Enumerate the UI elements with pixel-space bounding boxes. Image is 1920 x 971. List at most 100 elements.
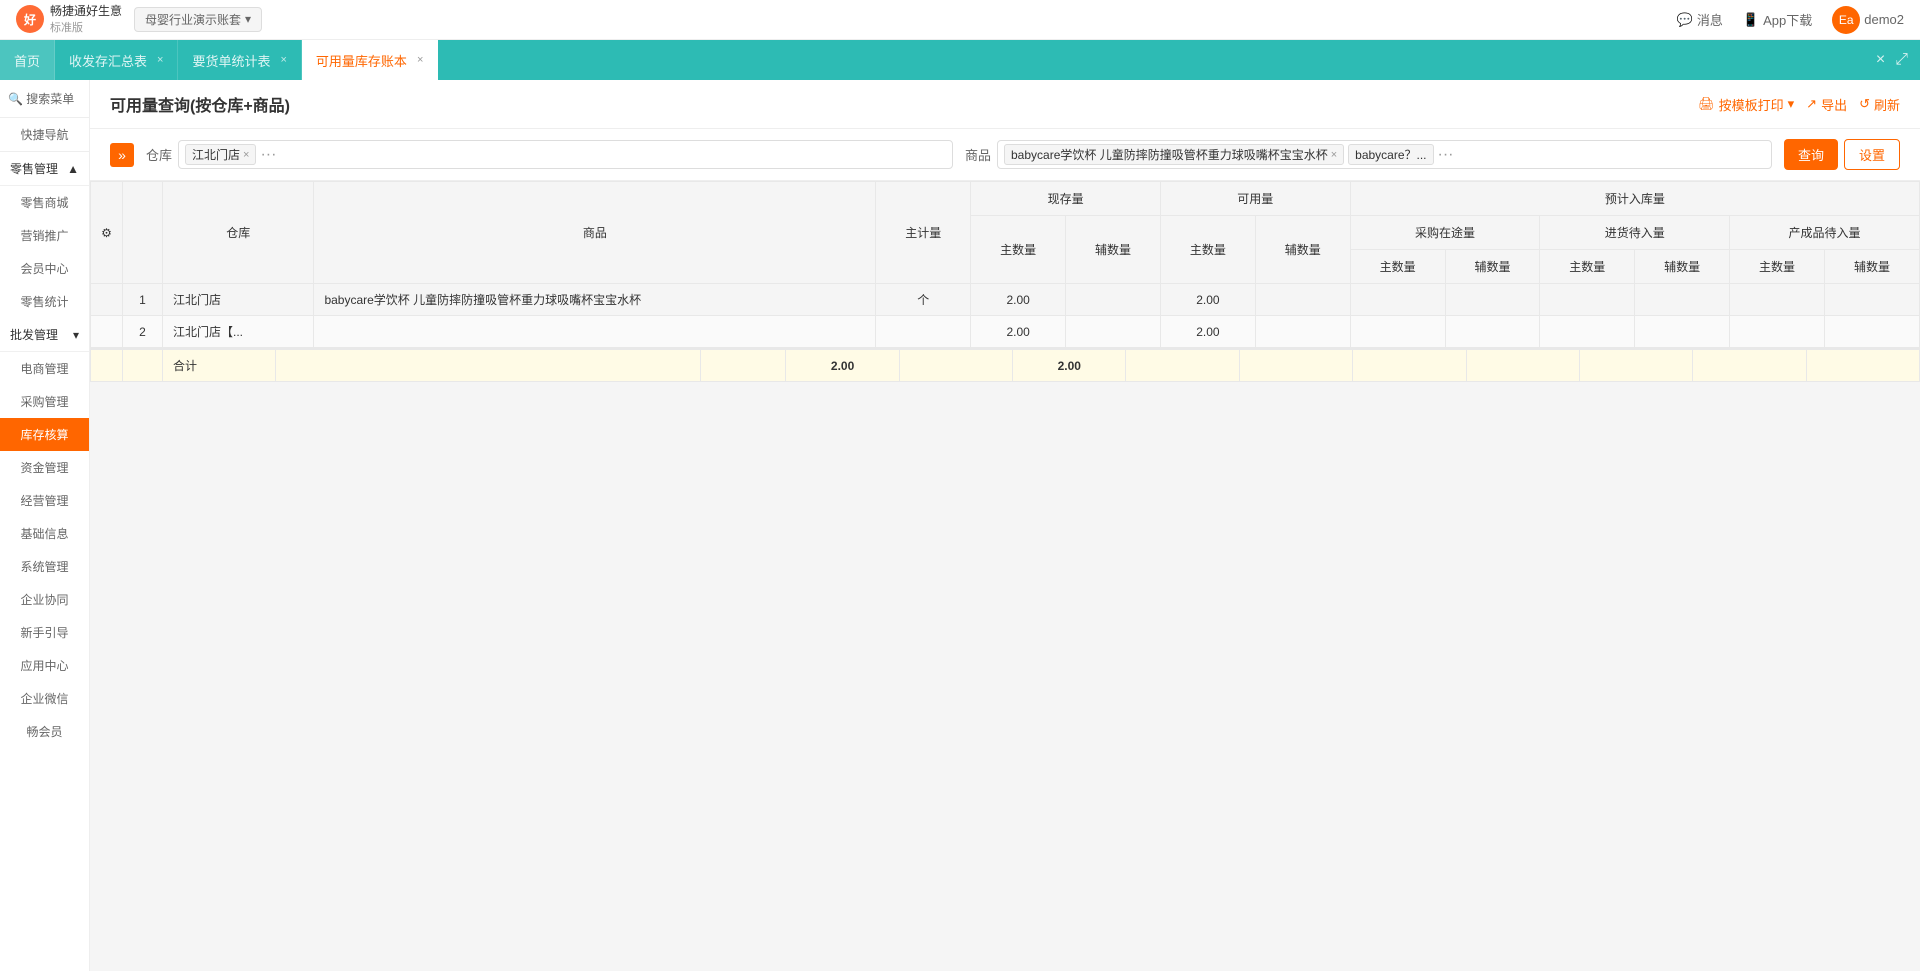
template-selector[interactable]: 母婴行业演示账套 ▾ bbox=[134, 7, 262, 32]
search-label: 搜索菜单 bbox=[26, 92, 74, 106]
print-icon: 🖨 bbox=[1698, 96, 1715, 112]
main-layout: 🔍 搜索菜单 快捷导航 零售管理 ▲ 零售商城 营销推广 会员中心 零售统计 批… bbox=[0, 80, 1920, 971]
warehouse-filter-tags[interactable]: 江北门店 × ··· bbox=[178, 140, 953, 169]
th-stock-aux: 辅数量 bbox=[1066, 216, 1161, 284]
table-body: 1 江北门店 babycare学饮杯 儿童防摔防撞吸管杯重力球吸嘴杯宝宝水杯 个… bbox=[91, 284, 1920, 348]
refresh-label: 刷新 bbox=[1874, 95, 1900, 114]
td-prod-pending-aux-0 bbox=[1824, 284, 1919, 316]
refresh-btn[interactable]: ↺ 刷新 bbox=[1859, 95, 1900, 114]
tab-available-stock[interactable]: 可用量库存账本 × bbox=[302, 40, 438, 80]
top-bar-right: 💬 消息 📱 App下载 Ea demo2 bbox=[1677, 6, 1904, 34]
sidebar-item-retail[interactable]: 零售管理 ▲ bbox=[0, 152, 89, 186]
message-btn[interactable]: 💬 消息 bbox=[1677, 10, 1723, 29]
product-tag-text-1: babycare？... bbox=[1355, 146, 1426, 163]
td-avail-aux-1 bbox=[1255, 316, 1350, 348]
brand-name: 畅捷通好生意 bbox=[50, 4, 122, 18]
filter-dots-product[interactable]: ··· bbox=[1438, 146, 1454, 164]
td-warehouse-1: 江北门店【... bbox=[163, 316, 314, 348]
message-icon: 💬 bbox=[1677, 12, 1693, 28]
sidebar-item-wechat[interactable]: 企业微信 bbox=[0, 682, 89, 715]
nav-expand-btn[interactable]: ⤢ bbox=[1891, 47, 1912, 73]
sidebar-item-retail-stats[interactable]: 零售统计 bbox=[0, 285, 89, 318]
sidebar-item-marketing[interactable]: 营销推广 bbox=[0, 219, 89, 252]
table-row: 1 江北门店 babycare学饮杯 儿童防摔防撞吸管杯重力球吸嘴杯宝宝水杯 个… bbox=[91, 284, 1920, 316]
sidebar-item-inventory[interactable]: 库存核算 bbox=[0, 418, 89, 451]
sidebar-item-vip[interactable]: 畅会员 bbox=[0, 715, 89, 748]
message-label: 消息 bbox=[1697, 10, 1723, 29]
nav-tabs: 首页 收发存汇总表 × 要货单统计表 × 可用量库存账本 × × ⤢ bbox=[0, 40, 1920, 80]
top-bar: 好 畅捷通好生意 标准版 母婴行业演示账套 ▾ 💬 消息 📱 App下载 Ea … bbox=[0, 0, 1920, 40]
td-stock-aux-0 bbox=[1066, 284, 1161, 316]
td-avail-main-1: 2.00 bbox=[1160, 316, 1255, 348]
app-icon: 📱 bbox=[1743, 12, 1759, 28]
app-download-btn[interactable]: 📱 App下载 bbox=[1743, 10, 1812, 29]
sidebar-item-member[interactable]: 会员中心 bbox=[0, 252, 89, 285]
td-pur-transit-main-0 bbox=[1350, 284, 1445, 316]
footer-label: 合计 bbox=[163, 350, 276, 382]
tab-close-receive-pay[interactable]: × bbox=[157, 54, 163, 66]
th-setting[interactable]: ⚙ bbox=[91, 182, 123, 284]
tab-home[interactable]: 首页 bbox=[0, 40, 55, 80]
th-stock-group: 现存量 bbox=[971, 182, 1161, 216]
warehouse-tag-close-0[interactable]: × bbox=[243, 149, 249, 161]
footer-pur-transit-aux bbox=[1353, 350, 1466, 382]
query-btn[interactable]: 查询 bbox=[1784, 139, 1838, 170]
th-prod-pending: 产成品待入量 bbox=[1730, 216, 1920, 250]
wholesale-expand-icon: ▾ bbox=[73, 328, 79, 342]
tab-close-order-stat[interactable]: × bbox=[280, 54, 286, 66]
footer-prod-pending-aux bbox=[1806, 350, 1919, 382]
print-btn[interactable]: 🖨 按模板打印 ▾ bbox=[1698, 95, 1794, 114]
sidebar-item-system[interactable]: 系统管理 bbox=[0, 550, 89, 583]
ecommerce-label: 电商管理 bbox=[20, 362, 68, 376]
page-title: 可用量查询(按仓库+商品) bbox=[110, 92, 290, 116]
nav-close-btn[interactable]: × bbox=[1872, 47, 1889, 73]
td-stock-aux-1 bbox=[1066, 316, 1161, 348]
th-num bbox=[123, 182, 163, 284]
product-filter-tags[interactable]: babycare学饮杯 儿童防摔防撞吸管杯重力球吸嘴杯宝宝水杯 × babyca… bbox=[997, 140, 1772, 169]
wechat-label: 企业微信 bbox=[20, 692, 68, 706]
td-avail-aux-0 bbox=[1255, 284, 1350, 316]
sidebar-item-wholesale[interactable]: 批发管理 ▾ bbox=[0, 318, 89, 352]
th-pur-pending: 进货待入量 bbox=[1540, 216, 1730, 250]
product-tag-0: babycare学饮杯 儿童防摔防撞吸管杯重力球吸嘴杯宝宝水杯 × bbox=[1004, 144, 1344, 165]
sidebar-item-new-guide[interactable]: 新手引导 bbox=[0, 616, 89, 649]
export-icon: ↗ bbox=[1806, 96, 1817, 112]
filter-expand-btn[interactable]: » bbox=[110, 143, 134, 167]
footer-prod-pending-main bbox=[1693, 350, 1806, 382]
th-pur-pending-aux: 辅数量 bbox=[1635, 250, 1730, 284]
sidebar-item-finance[interactable]: 资金管理 bbox=[0, 451, 89, 484]
settings-btn[interactable]: 设置 bbox=[1844, 139, 1900, 170]
th-pur-transit: 采购在途量 bbox=[1350, 216, 1540, 250]
warehouse-filter-group: 仓库 江北门店 × ··· bbox=[146, 140, 953, 169]
sidebar-item-retail-mall[interactable]: 零售商城 bbox=[0, 186, 89, 219]
sidebar-item-purchase[interactable]: 采购管理 bbox=[0, 385, 89, 418]
export-btn[interactable]: ↗ 导出 bbox=[1806, 95, 1847, 114]
td-pur-transit-aux-1 bbox=[1445, 316, 1540, 348]
tab-close-available-stock[interactable]: × bbox=[417, 54, 423, 66]
gear-icon[interactable]: ⚙ bbox=[101, 226, 112, 240]
sidebar-item-operations[interactable]: 经营管理 bbox=[0, 484, 89, 517]
td-product-0: babycare学饮杯 儿童防摔防撞吸管杯重力球吸嘴杯宝宝水杯 bbox=[314, 284, 876, 316]
avatar: Ea bbox=[1832, 6, 1860, 34]
sidebar-item-basic-info[interactable]: 基础信息 bbox=[0, 517, 89, 550]
marketing-label: 营销推广 bbox=[20, 229, 68, 243]
th-pur-pending-main: 主数量 bbox=[1540, 250, 1635, 284]
retail-label: 零售管理 bbox=[10, 160, 58, 177]
sidebar-quick-nav[interactable]: 快捷导航 bbox=[0, 118, 89, 152]
table-scroll-wrapper[interactable]: ⚙ 仓库 商品 主计量 现存量 可用量 预计入库量 主数量 辅数量 主数量 bbox=[90, 181, 1920, 971]
filter-dots-warehouse[interactable]: ··· bbox=[260, 146, 276, 164]
sidebar-item-ecommerce[interactable]: 电商管理 bbox=[0, 352, 89, 385]
tab-order-stat[interactable]: 要货单统计表 × bbox=[178, 40, 301, 80]
td-unit-0: 个 bbox=[876, 284, 971, 316]
tab-receive-pay[interactable]: 收发存汇总表 × bbox=[55, 40, 178, 80]
username: demo2 bbox=[1864, 12, 1904, 27]
user-menu[interactable]: Ea demo2 bbox=[1832, 6, 1904, 34]
sidebar-item-app-center[interactable]: 应用中心 bbox=[0, 649, 89, 682]
product-tag-close-0[interactable]: × bbox=[1331, 149, 1337, 161]
sidebar-search[interactable]: 🔍 搜索菜单 bbox=[0, 80, 89, 118]
enterprise-label: 企业协同 bbox=[20, 593, 68, 607]
content-area: 可用量查询(按仓库+商品) 🖨 按模板打印 ▾ ↗ 导出 ↺ 刷新 » bbox=[90, 80, 1920, 971]
sidebar-item-enterprise[interactable]: 企业协同 bbox=[0, 583, 89, 616]
th-product: 商品 bbox=[314, 182, 876, 284]
th-avail-group: 可用量 bbox=[1160, 182, 1350, 216]
